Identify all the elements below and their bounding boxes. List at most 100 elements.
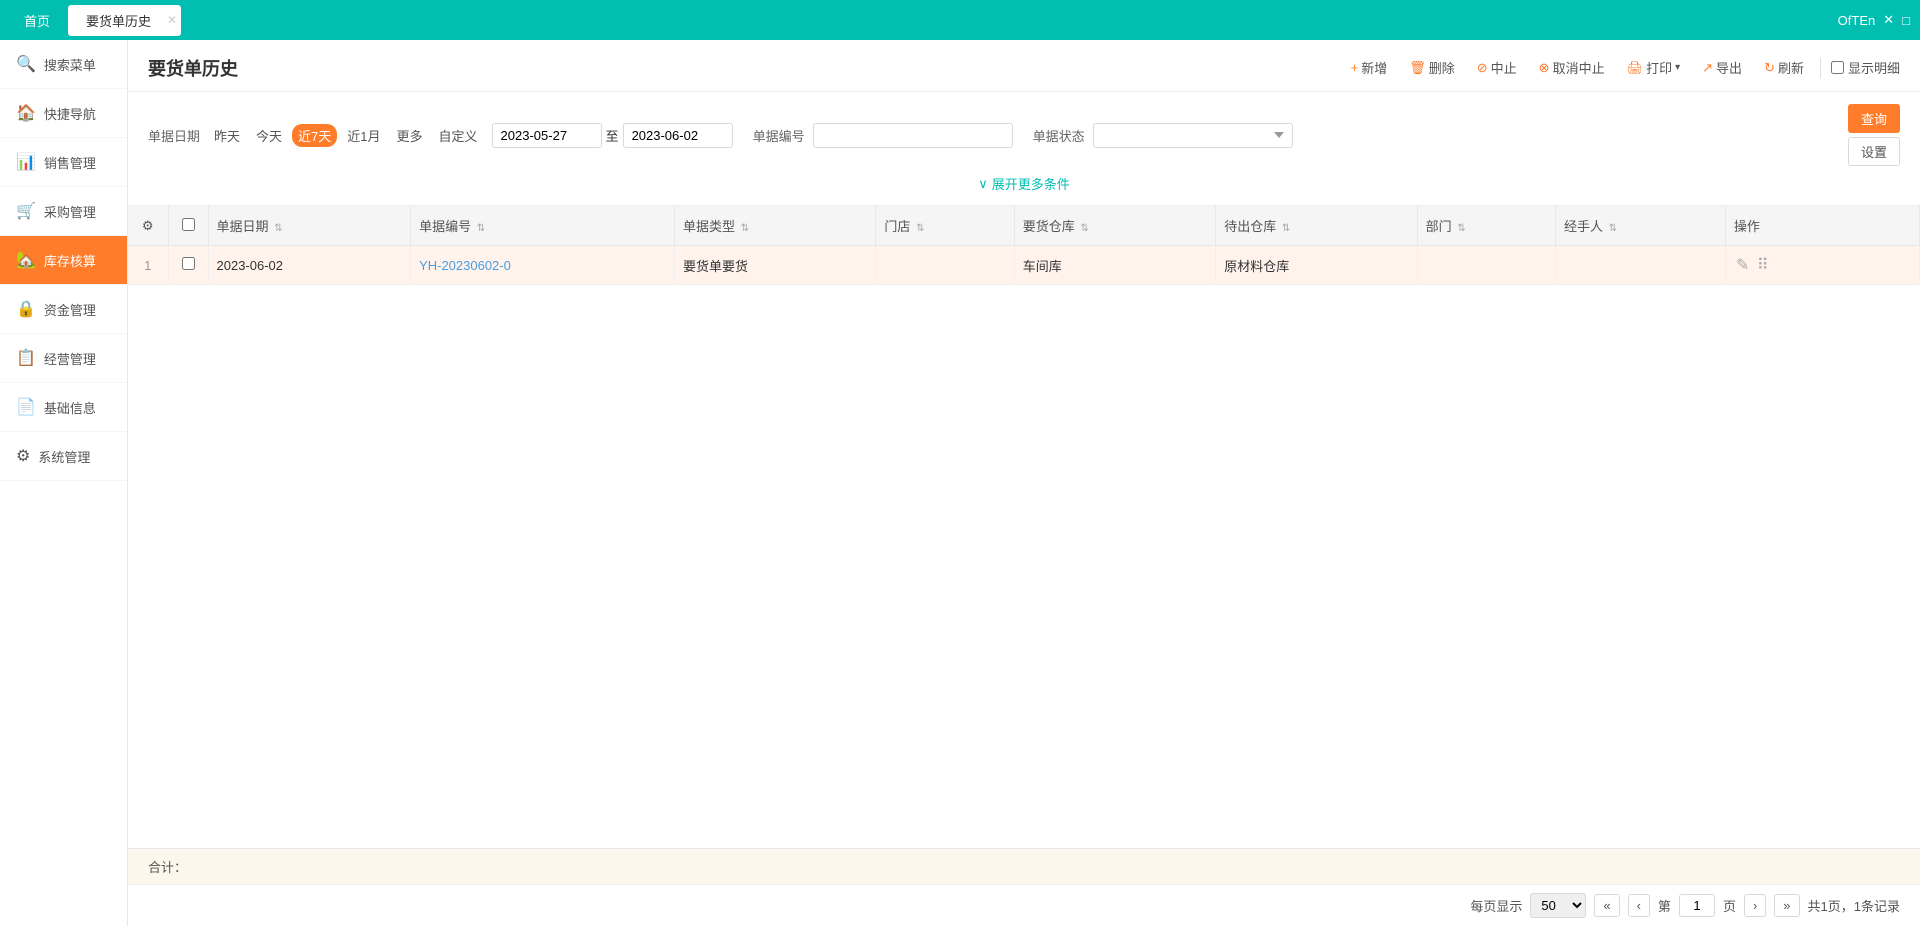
show-detail-label: 显示明细	[1848, 58, 1900, 77]
delete-icon: 🗑	[1409, 60, 1426, 76]
shortcut-7days[interactable]: 近7天	[292, 124, 337, 147]
tab-close-icon[interactable]: ✕	[167, 13, 177, 27]
table-footer: 合计：	[128, 848, 1920, 884]
page-number-input[interactable]: 1	[1679, 894, 1715, 917]
cancel-stop-label: 取消中止	[1553, 58, 1605, 77]
shortcut-more[interactable]: 更多	[391, 124, 429, 147]
col-settings[interactable]: ⚙	[128, 206, 168, 246]
filter-row-1: 单据日期 昨天 今天 近7天 近1月 更多 自定义 至	[148, 104, 1900, 166]
date-filter-group: 单据日期 昨天 今天 近7天 近1月 更多 自定义 至	[148, 123, 733, 148]
row-store	[876, 246, 1014, 285]
sidebar-item-quicknav-label: 快捷导航	[44, 104, 96, 123]
tab-order-history[interactable]: 要货单历史	[72, 5, 165, 36]
print-icon: 🖨	[1627, 60, 1644, 76]
date-filter-label: 单据日期	[148, 126, 200, 145]
shortcut-today[interactable]: 今天	[250, 124, 288, 147]
prev-page-button[interactable]: ‹	[1628, 894, 1650, 917]
per-page-select[interactable]: 50 100 200	[1530, 893, 1586, 918]
stop-icon: ⊘	[1477, 60, 1488, 76]
export-label: 导出	[1716, 58, 1742, 77]
col-dept[interactable]: 部门 ⇅	[1417, 206, 1555, 246]
pagination-area: 每页显示 50 100 200 « ‹ 第 1 页 › » 共1页，1条记录	[128, 884, 1920, 926]
sidebar-item-basic[interactable]: 📄 基础信息	[0, 383, 127, 432]
sidebar-item-system[interactable]: ⚙ 系统管理	[0, 432, 127, 481]
last-page-button[interactable]: »	[1774, 894, 1799, 917]
sidebar-item-inventory-label: 库存核算	[44, 251, 96, 270]
row-dept	[1417, 246, 1555, 285]
data-table: ⚙ 单据日期 ⇅ 单据编号 ⇅	[128, 206, 1920, 285]
shortcut-custom[interactable]: 自定义	[433, 124, 484, 147]
col-no[interactable]: 单据编号 ⇅	[411, 206, 675, 246]
show-detail-input[interactable]	[1831, 61, 1844, 74]
sales-icon: 📊	[16, 152, 36, 172]
query-button[interactable]: 查询	[1848, 104, 1900, 133]
show-detail-checkbox[interactable]: 显示明细	[1831, 58, 1900, 77]
content-area: 要货单历史 + 新增 🗑 删除 ⊘ 中止 ⊗ 取消中止	[128, 40, 1920, 926]
top-minimize-icon[interactable]: □	[1902, 13, 1910, 28]
stop-button[interactable]: ⊘ 中止	[1471, 54, 1523, 81]
print-label: 打印	[1646, 58, 1672, 77]
new-label: 新增	[1361, 58, 1387, 77]
delete-button[interactable]: 🗑 删除	[1403, 54, 1461, 81]
cancel-stop-button[interactable]: ⊗ 取消中止	[1533, 54, 1611, 81]
date-end-input[interactable]	[623, 123, 733, 148]
operations-icon: 📋	[16, 348, 36, 368]
sidebar-item-quicknav[interactable]: 🏠 快捷导航	[0, 89, 127, 138]
first-page-button[interactable]: «	[1594, 894, 1619, 917]
sort-store-icon: ⇅	[916, 223, 924, 234]
new-button[interactable]: + 新增	[1345, 54, 1394, 81]
plus-icon: +	[1351, 60, 1359, 75]
divider	[1820, 58, 1821, 78]
home-icon: 🏠	[16, 103, 36, 123]
export-button[interactable]: ↗ 导出	[1696, 54, 1748, 81]
search-icon: 🔍	[16, 54, 36, 74]
sidebar-item-sales-label: 销售管理	[44, 153, 96, 172]
col-handler[interactable]: 经手人 ⇅	[1555, 206, 1725, 246]
sidebar-item-search[interactable]: 🔍 搜索菜单	[0, 40, 127, 89]
basic-icon: 📄	[16, 397, 36, 417]
row-pend-warehouse: 原材料仓库	[1216, 246, 1417, 285]
expand-more-label: 展开更多条件	[992, 174, 1070, 193]
sort-no-icon: ⇅	[477, 223, 485, 234]
col-date[interactable]: 单据日期 ⇅	[208, 206, 411, 246]
row-select-checkbox[interactable]	[182, 257, 195, 270]
order-no-link[interactable]: YH-20230602-0	[419, 258, 511, 273]
order-no-filter-group: 单据编号	[753, 123, 1013, 148]
refresh-button[interactable]: ↻ 刷新	[1758, 54, 1810, 81]
settings-button[interactable]: 设置	[1848, 137, 1900, 166]
top-close-icon[interactable]: ✕	[1883, 12, 1894, 28]
order-no-input[interactable]	[813, 123, 1013, 148]
tab-home[interactable]: 首页	[10, 5, 64, 36]
settings-icon[interactable]: ⚙	[142, 218, 154, 233]
sort-dept-icon: ⇅	[1457, 223, 1465, 234]
next-page-button[interactable]: ›	[1744, 894, 1766, 917]
sidebar-item-basic-label: 基础信息	[44, 398, 96, 417]
sidebar-item-finance[interactable]: 🔒 资金管理	[0, 285, 127, 334]
inventory-icon: 🏡	[16, 250, 36, 270]
col-req-warehouse[interactable]: 要货仓库 ⇅	[1014, 206, 1215, 246]
shortcut-yesterday[interactable]: 昨天	[208, 124, 246, 147]
print-button[interactable]: 🖨 打印 ▾	[1621, 54, 1687, 81]
sidebar-item-operations[interactable]: 📋 经营管理	[0, 334, 127, 383]
sidebar-item-inventory[interactable]: 🏡 库存核算	[0, 236, 127, 285]
col-type[interactable]: 单据类型 ⇅	[675, 206, 876, 246]
shortcut-1month[interactable]: 近1月	[341, 124, 386, 147]
col-store[interactable]: 门店 ⇅	[876, 206, 1014, 246]
col-checkbox	[168, 206, 208, 246]
refresh-icon: ↻	[1764, 60, 1775, 76]
sidebar-item-sales[interactable]: 📊 销售管理	[0, 138, 127, 187]
row-checkbox[interactable]	[168, 246, 208, 285]
date-start-input[interactable]	[492, 123, 602, 148]
status-select[interactable]	[1093, 123, 1293, 148]
expand-more[interactable]: ∨ 展开更多条件	[148, 174, 1900, 193]
order-no-label: 单据编号	[753, 126, 805, 145]
row-more-icon[interactable]: ⠿	[1757, 257, 1769, 274]
row-edit-icon[interactable]: ✎	[1736, 257, 1749, 274]
table-row: 1 2023-06-02 YH-20230602-0 要货单要货 车间库 原材料…	[128, 246, 1920, 285]
select-all-checkbox[interactable]	[182, 218, 195, 231]
often-label: OfTEn	[1838, 13, 1876, 28]
col-pend-warehouse[interactable]: 待出仓库 ⇅	[1216, 206, 1417, 246]
sidebar-item-purchase[interactable]: 🛒 采购管理	[0, 187, 127, 236]
row-no[interactable]: YH-20230602-0	[411, 246, 675, 285]
total-label: 合计：	[148, 857, 187, 876]
